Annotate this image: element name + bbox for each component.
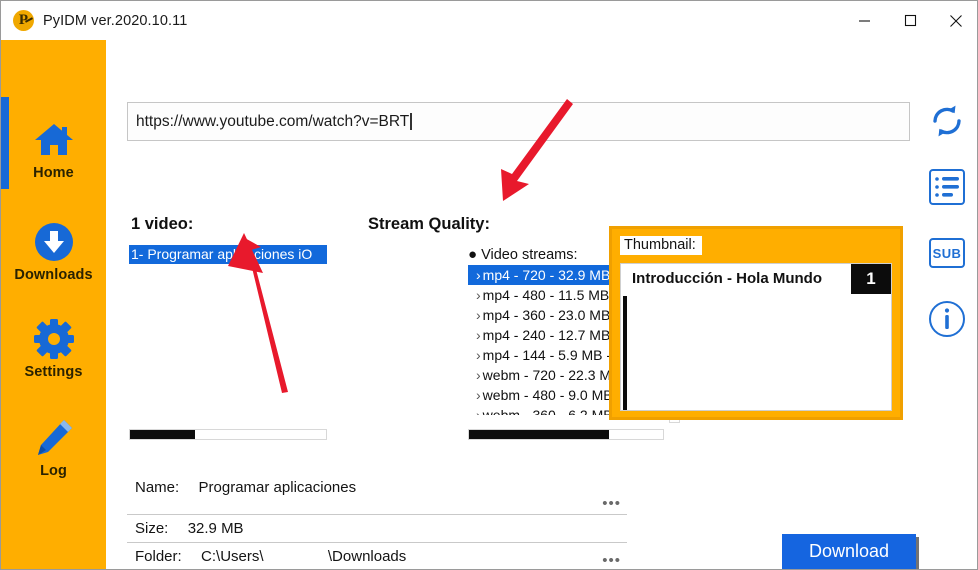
sidebar-item-label: Settings — [24, 364, 83, 380]
sidebar-item-label: Downloads — [14, 267, 93, 283]
video-list-heading: 1 video: — [131, 215, 194, 233]
url-input[interactable]: https://www.youtube.com/watch?v=BRT — [127, 102, 910, 141]
download-circle-icon — [31, 220, 77, 264]
chevron-right-icon: › — [476, 407, 481, 415]
playlist-icon[interactable] — [921, 161, 973, 213]
chevron-right-icon: › — [476, 387, 481, 403]
title-bar: PyIDM ver.2020.10.11 — [1, 1, 977, 40]
chevron-right-icon: › — [476, 267, 481, 283]
sidebar: Home Downloads Settings Log — [1, 40, 118, 569]
sidebar-item-downloads[interactable]: Downloads — [1, 220, 106, 283]
refresh-icon[interactable] — [921, 95, 973, 147]
size-row: Size: 32.9 MB — [127, 515, 627, 543]
folder-browse-button[interactable]: ••• — [602, 547, 621, 569]
info-icon[interactable] — [921, 293, 973, 345]
size-label: Size: — [135, 520, 169, 537]
right-icon-rail: SUB — [914, 95, 977, 359]
scrollbar-thumb[interactable] — [469, 430, 609, 439]
chevron-right-icon: › — [476, 327, 481, 343]
window-title: PyIDM ver.2020.10.11 — [43, 12, 188, 29]
sidebar-item-label: Log — [40, 463, 67, 479]
thumbnail-image: Introducción - Hola Mundo 1 — [620, 263, 892, 411]
thumbnail-label: Thumbnail: — [620, 236, 702, 255]
subtitles-icon[interactable]: SUB — [921, 227, 973, 279]
gear-icon — [31, 317, 77, 361]
window-controls — [841, 1, 977, 40]
stream-group-label: Video streams: — [481, 247, 578, 263]
size-value: 32.9 MB — [187, 520, 244, 537]
stream-quality-heading: Stream Quality: — [368, 215, 490, 233]
minimize-icon — [858, 20, 870, 22]
name-label: Name: — [135, 479, 180, 496]
sidebar-item-label: Home — [33, 165, 74, 181]
url-input-value: https://www.youtube.com/watch?v=BRT — [136, 112, 410, 130]
stream-list-hscrollbar[interactable] — [468, 429, 664, 440]
folder-value-end: \Downloads — [327, 548, 407, 565]
home-icon — [31, 118, 77, 162]
chevron-right-icon: › — [476, 367, 481, 383]
download-details-form: Name: Programar aplicaciones ••• Size: 3… — [127, 470, 627, 569]
close-icon — [950, 14, 962, 27]
thumbnail-title: Introducción - Hola Mundo — [632, 270, 822, 287]
name-value[interactable]: Programar aplicaciones — [199, 473, 357, 503]
maximize-icon — [904, 14, 916, 27]
close-button[interactable] — [933, 1, 977, 40]
bullet-icon: ● — [468, 246, 478, 263]
folder-value-start: C:\Users\ — [201, 548, 264, 565]
sidebar-item-settings[interactable]: Settings — [1, 317, 106, 380]
video-list[interactable]: 1- Programar aplicaciones iO — [129, 245, 327, 421]
thumbnail-badge: 1 — [851, 264, 891, 294]
download-button[interactable]: Download — [782, 534, 916, 569]
text-caret — [410, 113, 412, 130]
maximize-button[interactable] — [887, 1, 933, 40]
folder-row: Folder: C:\Users\ \Downloads ••• — [127, 543, 627, 569]
minimize-button[interactable] — [841, 1, 887, 40]
folder-label: Folder: — [135, 548, 182, 565]
chevron-right-icon: › — [476, 347, 481, 363]
subtitles-label: SUB — [929, 238, 965, 268]
sidebar-item-log[interactable]: Log — [1, 416, 106, 479]
name-row: Name: Programar aplicaciones ••• — [127, 470, 627, 515]
main-content: https://www.youtube.com/watch?v=BRT SUB … — [106, 40, 977, 569]
thumbnail-side-bar — [623, 296, 627, 410]
pyidm-logo-icon — [13, 10, 34, 31]
video-list-hscrollbar[interactable] — [129, 429, 327, 440]
thumbnail-panel: Thumbnail: Introducción - Hola Mundo 1 — [609, 226, 903, 420]
pyidm-window: PyIDM ver.2020.10.11 — [0, 0, 978, 570]
sidebar-item-home[interactable]: Home — [1, 118, 106, 181]
chevron-right-icon: › — [476, 287, 481, 303]
chevron-right-icon: › — [476, 307, 481, 323]
title-bar-left: PyIDM ver.2020.10.11 — [1, 10, 841, 31]
list-item[interactable]: 1- Programar aplicaciones iO — [129, 245, 327, 264]
scrollbar-thumb[interactable] — [130, 430, 195, 439]
pencil-icon — [31, 416, 77, 460]
